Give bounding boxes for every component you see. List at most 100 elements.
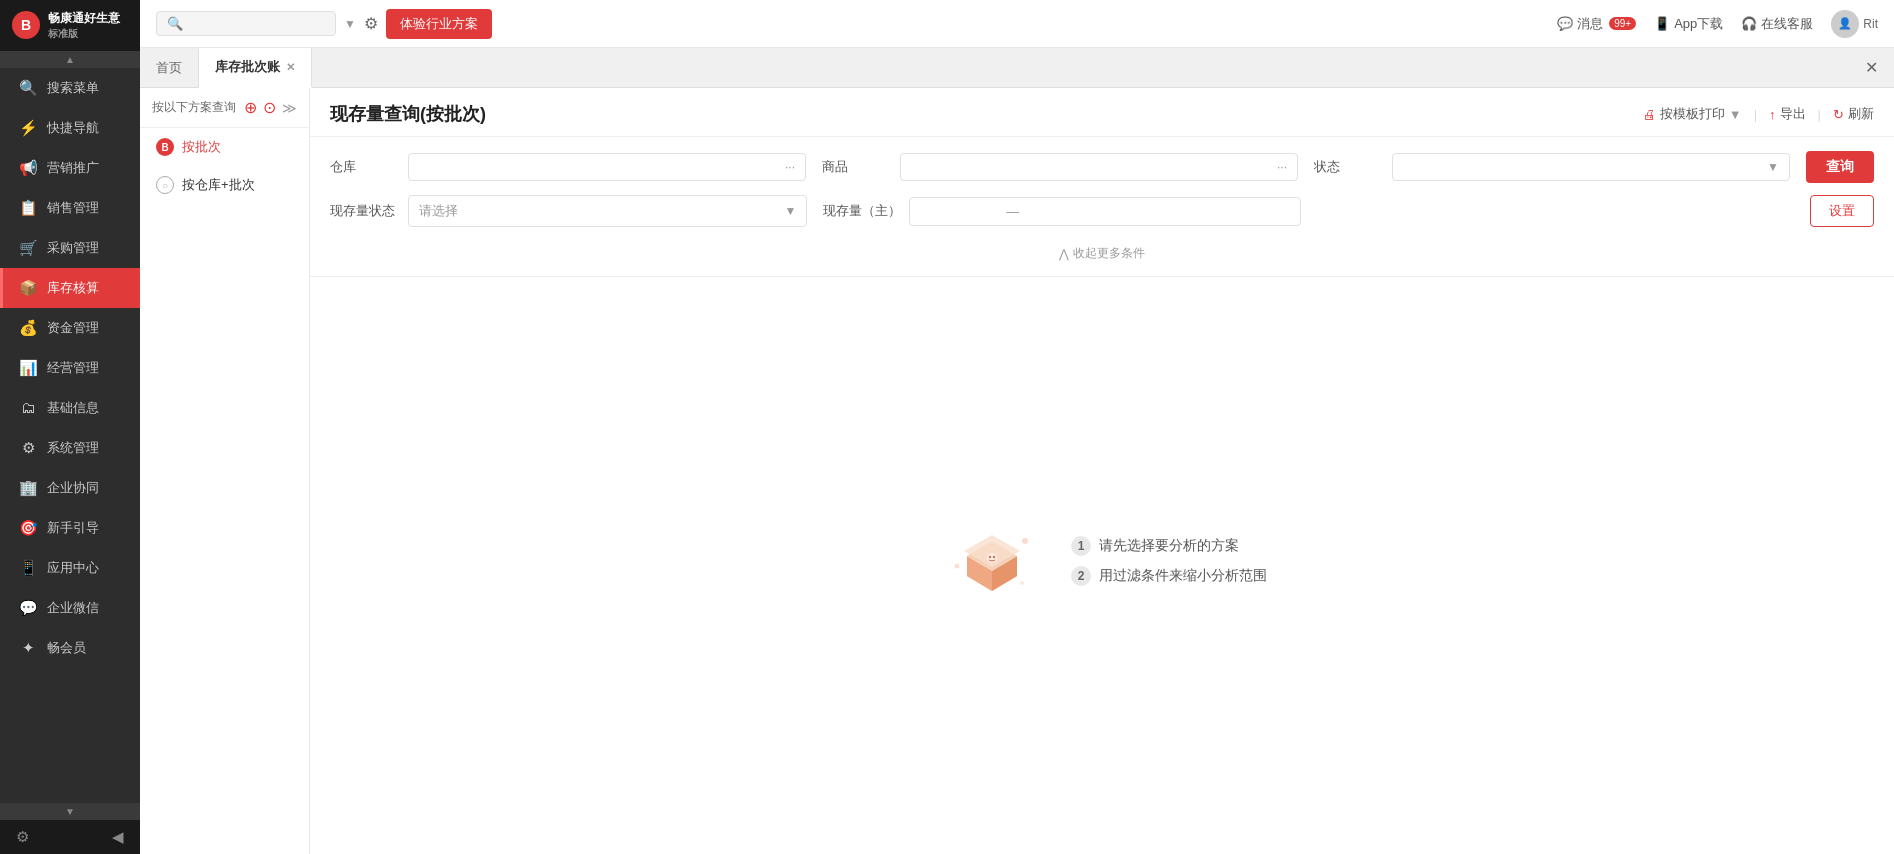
- sidebar-footer: ⚙ ◀: [0, 820, 140, 854]
- left-panel-item-batch[interactable]: B 按批次: [140, 128, 309, 166]
- username-label: Rit: [1863, 17, 1878, 31]
- left-panel: 按以下方案查询 ⊕ ⊙ ≫ B 按批次 ○ 按仓库+批次: [140, 88, 310, 854]
- sidebar-item-search[interactable]: 🔍 搜索菜单: [0, 68, 140, 108]
- online-service-item[interactable]: 🎧 在线客服: [1741, 15, 1813, 33]
- svg-point-10: [993, 555, 995, 557]
- stock-status-label: 现存量状态: [330, 202, 400, 220]
- topbar-gear-icon[interactable]: ⚙: [364, 14, 378, 33]
- settings-button[interactable]: 设置: [1810, 195, 1874, 227]
- sidebar-item-apps[interactable]: 📱 应用中心: [0, 548, 140, 588]
- sidebar-scroll-up[interactable]: ▲: [0, 51, 140, 68]
- warehouse-input[interactable]: ···: [408, 153, 806, 181]
- add-scheme-icon[interactable]: ⊕: [244, 98, 257, 117]
- stock-qty-min-input[interactable]: [920, 204, 1000, 219]
- purchase-icon: 🛒: [19, 239, 37, 257]
- product-label: 商品: [822, 158, 892, 176]
- sidebar-item-marketing[interactable]: 📢 营销推广: [0, 148, 140, 188]
- wechat-icon: 💬: [19, 599, 37, 617]
- print-chevron-icon[interactable]: ▼: [1729, 107, 1742, 122]
- sidebar-item-sales[interactable]: 📋 销售管理: [0, 188, 140, 228]
- stock-status-select[interactable]: 请选择 ▼: [408, 195, 807, 227]
- sidebar-scroll-down[interactable]: ▼: [0, 803, 140, 820]
- search-input[interactable]: [189, 17, 309, 31]
- sidebar-item-newguide[interactable]: 🎯 新手引导: [0, 508, 140, 548]
- left-panel-collapse-icon[interactable]: ≫: [282, 100, 297, 116]
- step2-text: 用过滤条件来缩小分析范围: [1099, 567, 1267, 585]
- filter-status: 状态 ▼: [1314, 153, 1790, 181]
- content-area: 按以下方案查询 ⊕ ⊙ ≫ B 按批次 ○ 按仓库+批次 现存量查询(按批次): [140, 88, 1894, 854]
- search-expand-icon[interactable]: ▼: [344, 17, 356, 31]
- sidebar-item-operations[interactable]: 📊 经营管理: [0, 348, 140, 388]
- right-content: 现存量查询(按批次) 🖨 按模板打印 ▼ | ↑ 导出 | ↻: [310, 88, 1894, 854]
- sidebar-item-system[interactable]: ⚙ 系统管理: [0, 428, 140, 468]
- page-close-button[interactable]: ✕: [1861, 54, 1882, 81]
- collapse-more-btn[interactable]: ⋀ 收起更多条件: [330, 239, 1874, 262]
- search-icon: 🔍: [167, 16, 183, 31]
- sidebar-item-purchase[interactable]: 🛒 采购管理: [0, 228, 140, 268]
- step1-num: 1: [1071, 536, 1091, 556]
- sidebar-collapse-icon[interactable]: ◀: [112, 828, 124, 846]
- empty-step2: 2 用过滤条件来缩小分析范围: [1071, 566, 1267, 586]
- status-select[interactable]: ▼: [1392, 153, 1790, 181]
- operations-icon: 📊: [19, 359, 37, 377]
- topbar-left: 🔍 ▼ ⚙ 体验行业方案: [156, 9, 492, 39]
- online-service-label: 在线客服: [1761, 15, 1813, 33]
- left-panel-item-warehouse-batch[interactable]: ○ 按仓库+批次: [140, 166, 309, 204]
- sidebar-item-quicknav[interactable]: ⚡ 快捷导航: [0, 108, 140, 148]
- print-action[interactable]: 🖨 按模板打印 ▼: [1643, 105, 1742, 123]
- search-bar[interactable]: 🔍: [156, 11, 336, 36]
- warehouse-more-icon[interactable]: ···: [785, 160, 795, 174]
- sidebar-item-enterprise[interactable]: 🏢 企业协同: [0, 468, 140, 508]
- export-action[interactable]: ↑ 导出: [1769, 105, 1806, 123]
- filter-warehouse: 仓库 ···: [330, 153, 806, 181]
- notification-badge: 99+: [1609, 17, 1636, 30]
- product-input[interactable]: ···: [900, 153, 1298, 181]
- notifications-item[interactable]: 💬 消息 99+: [1557, 15, 1636, 33]
- stock-qty-label: 现存量（主）: [823, 202, 901, 220]
- tabs-bar: 首页 库存批次账 ✕ ✕: [140, 48, 1894, 88]
- app-logo: B: [12, 11, 40, 39]
- svg-point-9: [989, 555, 991, 557]
- newguide-icon: 🎯: [19, 519, 37, 537]
- export-icon: ↑: [1769, 107, 1776, 122]
- svg-point-6: [955, 563, 960, 568]
- print-label: 按模板打印: [1660, 105, 1725, 123]
- sidebar: B 畅康通好生意 标准版 ▲ 🔍 搜索菜单 ⚡ 快捷导航 📢 营销推广 📋 销售…: [0, 0, 140, 854]
- sidebar-item-basic[interactable]: 🗂 基础信息: [0, 388, 140, 428]
- sidebar-item-wechat[interactable]: 💬 企业微信: [0, 588, 140, 628]
- empty-state: 1 请先选择要分析的方案 2 用过滤条件来缩小分析范围: [310, 277, 1894, 854]
- tab-close-area: ✕: [1861, 54, 1894, 81]
- sidebar-nav: 🔍 搜索菜单 ⚡ 快捷导航 📢 营销推广 📋 销售管理 🛒 采购管理 📦 库存核…: [0, 68, 140, 803]
- phone-icon: 📱: [1654, 16, 1670, 31]
- notification-icon: 💬: [1557, 16, 1573, 31]
- tab-batch-account[interactable]: 库存批次账 ✕: [199, 48, 312, 88]
- sidebar-settings-icon[interactable]: ⚙: [16, 828, 29, 846]
- stock-status-chevron-icon: ▼: [784, 204, 796, 218]
- app-download-label: App下载: [1674, 15, 1723, 33]
- product-more-icon[interactable]: ···: [1277, 160, 1287, 174]
- filter-row-1: 仓库 ··· 商品 ··· 状态: [330, 151, 1874, 183]
- refresh-action[interactable]: ↻ 刷新: [1833, 105, 1874, 123]
- left-panel-title: 按以下方案查询: [152, 99, 236, 116]
- warehouse-label: 仓库: [330, 158, 400, 176]
- page-header: 现存量查询(按批次) 🖨 按模板打印 ▼ | ↑ 导出 | ↻: [310, 88, 1894, 137]
- sidebar-item-finance[interactable]: 💰 资金管理: [0, 308, 140, 348]
- scheme-settings-icon[interactable]: ⊙: [263, 98, 276, 117]
- tab-batch-label: 库存批次账: [215, 58, 280, 76]
- user-avatar-item[interactable]: 👤 Rit: [1831, 10, 1878, 38]
- tab-close-icon[interactable]: ✕: [286, 61, 295, 74]
- experience-btn[interactable]: 体验行业方案: [386, 9, 492, 39]
- stock-qty-range: —: [909, 197, 1300, 226]
- collapse-up-icon: ⋀: [1059, 247, 1069, 261]
- app-name: 畅康通好生意: [48, 10, 120, 27]
- sidebar-item-inventory[interactable]: 📦 库存核算: [0, 268, 140, 308]
- stock-qty-max-input[interactable]: [1025, 204, 1105, 219]
- quicknav-icon: ⚡: [19, 119, 37, 137]
- sales-icon: 📋: [19, 199, 37, 217]
- sidebar-item-member[interactable]: ✦ 畅会员: [0, 628, 140, 668]
- tab-home[interactable]: 首页: [140, 49, 199, 87]
- app-download-item[interactable]: 📱 App下载: [1654, 15, 1723, 33]
- step2-num: 2: [1071, 566, 1091, 586]
- query-button[interactable]: 查询: [1806, 151, 1874, 183]
- enterprise-icon: 🏢: [19, 479, 37, 497]
